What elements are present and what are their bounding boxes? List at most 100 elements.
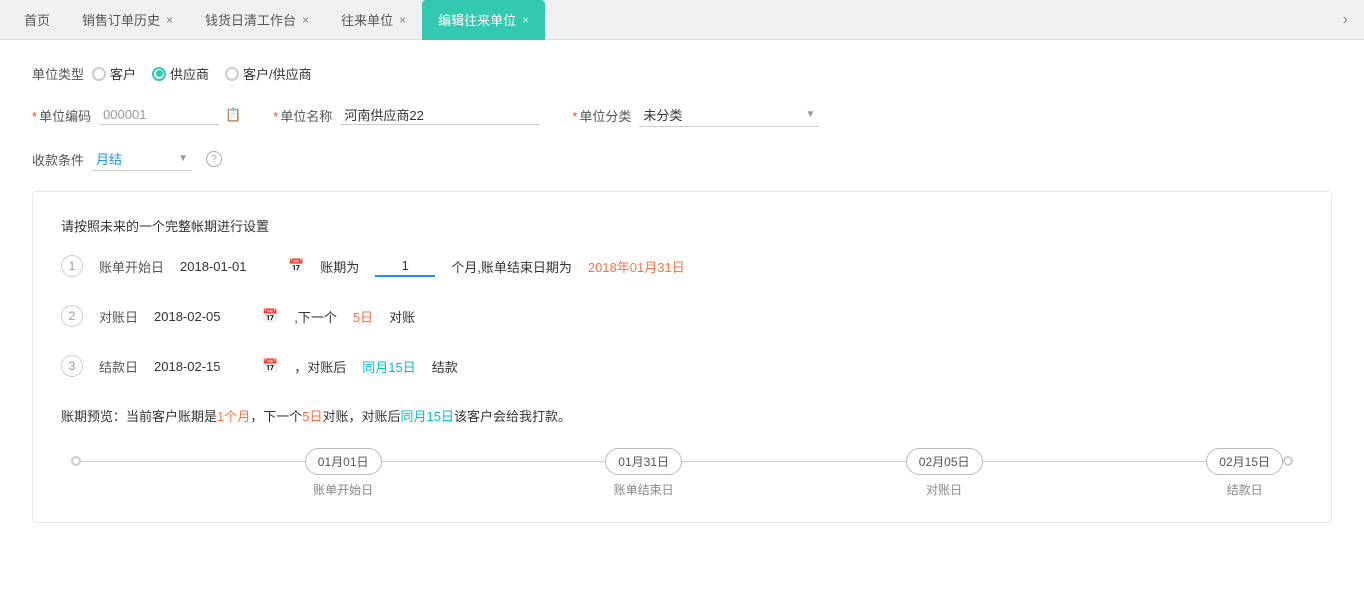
step-3-num: 3 xyxy=(61,355,83,377)
unit-category-field: *单位分类 未分类 ▼ xyxy=(572,103,819,127)
radio-circle-both xyxy=(225,67,239,81)
category-dropdown-arrow: ▼ xyxy=(806,109,816,120)
step-1-suffix: 账期为 xyxy=(320,257,359,276)
payment-terms-row: 收款条件 月结 ▼ ? xyxy=(32,147,1332,171)
radio-customer[interactable]: 客户 xyxy=(92,64,136,83)
step-3-highlight: 同月15日 xyxy=(362,357,415,376)
timeline-milestone-4: 02月15日 结款日 xyxy=(1206,448,1283,498)
close-partner[interactable]: × xyxy=(399,13,406,27)
step-2-suffix: 对账 xyxy=(389,307,415,326)
dot-start xyxy=(71,456,81,466)
timeline-end-dot xyxy=(1283,456,1293,466)
payment-terms-field: 收款条件 月结 ▼ ? xyxy=(32,147,222,171)
timeline-badge-4: 02月15日 xyxy=(1206,448,1283,475)
step-1-calendar-icon[interactable]: 📅 xyxy=(288,258,304,274)
period-section: 请按照未来的一个完整帐期进行设置 1 账单开始日 2018-01-01 📅 账期… xyxy=(32,191,1332,523)
radio-circle-customer xyxy=(92,67,106,81)
step-1-row: 1 账单开始日 2018-01-01 📅 账期为 个月,账单结束日期为 2018… xyxy=(61,255,1303,277)
tab-partner-label: 往来单位 xyxy=(341,10,393,29)
tab-home[interactable]: 首页 xyxy=(8,0,66,40)
timeline-badge-2: 01月31日 xyxy=(605,448,682,475)
tab-edit-partner[interactable]: 编辑往来单位 × xyxy=(422,0,545,40)
radio-both[interactable]: 客户/供应商 xyxy=(225,64,312,83)
preview-day: 5日 xyxy=(302,409,322,424)
timeline-milestone-3: 02月05日 对账日 xyxy=(906,448,983,498)
unit-category-label: *单位分类 xyxy=(572,106,631,125)
req-star-name: * xyxy=(273,109,278,124)
question-icon[interactable]: ? xyxy=(206,151,222,167)
section-instruction: 请按照未来的一个完整帐期进行设置 xyxy=(61,216,1303,235)
timeline-milestone-1: 01月01日 账单开始日 xyxy=(305,448,382,498)
step-1-num: 1 xyxy=(61,255,83,277)
tab-bar: 首页 销售订单历史 × 钱货日清工作台 × 往来单位 × 编辑往来单位 × › xyxy=(0,0,1364,40)
unit-category-value: 未分类 xyxy=(643,105,801,124)
preview-end: 该客户会给我打款。 xyxy=(454,409,571,424)
unit-category-dropdown[interactable]: 未分类 ▼ xyxy=(639,103,819,127)
step-2-row: 2 对账日 2018-02-05 📅 ,下一个 5日 对账 xyxy=(61,305,1303,327)
step-1-date: 2018-01-01 xyxy=(180,259,270,274)
main-content: 单位类型 客户 供应商 客户/供应商 *单位编码 xyxy=(0,40,1364,608)
step-2-calendar-icon[interactable]: 📅 xyxy=(262,308,278,324)
step-2-highlight: 5日 xyxy=(353,307,373,326)
unit-info-row: *单位编码 📋 *单位名称 *单位分类 未分类 ▼ xyxy=(32,103,1332,127)
tab-cash-work-label: 钱货日清工作台 xyxy=(205,10,296,29)
radio-supplier[interactable]: 供应商 xyxy=(152,64,209,83)
timeline-line-1 xyxy=(81,461,305,462)
close-sales-history[interactable]: × xyxy=(166,13,173,27)
tab-partner[interactable]: 往来单位 × xyxy=(325,0,422,40)
timeline-node-1 xyxy=(81,448,305,462)
timeline-start-dot xyxy=(71,456,81,466)
unit-code-label: *单位编码 xyxy=(32,106,91,125)
req-star-code: * xyxy=(32,109,37,124)
step-2-date: 2018-02-05 xyxy=(154,309,244,324)
radio-supplier-label: 供应商 xyxy=(170,64,209,83)
copy-icon[interactable]: 📋 xyxy=(225,107,241,123)
step-1-label: 账单开始日 xyxy=(99,257,164,276)
preview-mid2: 对账，对账后 xyxy=(323,409,401,424)
step-3-suffix: 结款 xyxy=(432,357,458,376)
step-3-date: 2018-02-15 xyxy=(154,359,244,374)
payment-terms-value: 月结 xyxy=(96,149,174,168)
step-3-label: 结款日 xyxy=(99,357,138,376)
unit-type-label: 单位类型 xyxy=(32,64,84,83)
timeline-label-2: 账单结束日 xyxy=(614,481,674,498)
payment-terms-arrow: ▼ xyxy=(178,153,188,164)
preview-settle: 同月15日 xyxy=(401,409,454,424)
payment-terms-label: 收款条件 xyxy=(32,150,84,169)
preview-label: 账期预览：当前客户账期是 xyxy=(61,409,217,424)
payment-terms-dropdown[interactable]: 月结 ▼ xyxy=(92,147,192,171)
timeline-container: 01月01日 账单开始日 01月31日 账单结束日 02月05日 对账日 xyxy=(61,448,1303,498)
timeline-badge-1: 01月01日 xyxy=(305,448,382,475)
step-2-prefix: ,下一个 xyxy=(294,307,337,326)
close-cash-work[interactable]: × xyxy=(302,13,309,27)
unit-type-field: 单位类型 客户 供应商 客户/供应商 xyxy=(32,64,312,83)
preview-text: 账期预览：当前客户账期是1个月，下一个5日对账，对账后同月15日该客户会给我打款… xyxy=(61,405,1303,428)
step-1-end-date: 2018年01月31日 xyxy=(588,257,685,276)
step-3-prefix: ，对账后 xyxy=(294,357,346,376)
tab-more-button[interactable]: › xyxy=(1335,11,1356,29)
step-2-num: 2 xyxy=(61,305,83,327)
radio-customer-label: 客户 xyxy=(110,64,136,83)
unit-code-input[interactable] xyxy=(99,105,219,125)
radio-both-label: 客户/供应商 xyxy=(243,64,312,83)
step-1-unit: 个月,账单结束日期为 xyxy=(451,257,572,276)
step-3-row: 3 结款日 2018-02-15 📅 ，对账后 同月15日 结款 xyxy=(61,355,1303,377)
unit-name-input[interactable] xyxy=(340,105,540,125)
step-3-calendar-icon[interactable]: 📅 xyxy=(262,358,278,374)
timeline-seg-4 xyxy=(983,448,1207,462)
period-input[interactable] xyxy=(375,256,435,277)
timeline-label-4: 结款日 xyxy=(1227,481,1263,498)
preview-mid1: ，下一个 xyxy=(250,409,302,424)
timeline-label-3: 对账日 xyxy=(926,481,962,498)
unit-code-row: 📋 xyxy=(99,105,241,125)
dot-end xyxy=(1283,456,1293,466)
tab-sales-history[interactable]: 销售订单历史 × xyxy=(66,0,189,40)
timeline-line-4 xyxy=(983,461,1207,462)
unit-code-field: *单位编码 📋 xyxy=(32,105,241,125)
close-edit-partner[interactable]: × xyxy=(522,13,529,27)
tab-cash-work[interactable]: 钱货日清工作台 × xyxy=(189,0,325,40)
timeline-seg-3 xyxy=(682,448,906,462)
tab-edit-partner-label: 编辑往来单位 xyxy=(438,10,516,29)
unit-type-row: 单位类型 客户 供应商 客户/供应商 xyxy=(32,64,1332,83)
unit-name-field: *单位名称 xyxy=(273,105,540,125)
